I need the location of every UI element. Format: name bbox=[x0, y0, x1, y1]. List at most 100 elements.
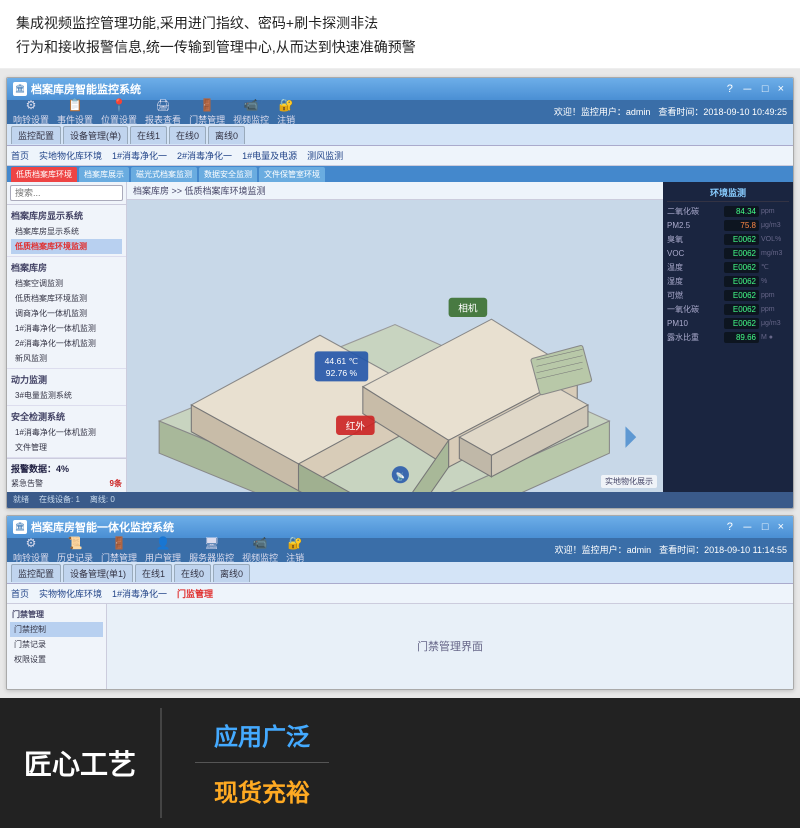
env-value-voc: E0062 bbox=[724, 248, 759, 259]
max-btn-1[interactable]: □ bbox=[759, 83, 772, 95]
sidebar-section-security: 安全检测系统 1#消毒净化一体机监测 文件管理 bbox=[7, 406, 126, 458]
env-value-combustible: E0062 bbox=[724, 290, 759, 301]
tab-offline0[interactable]: 离线0 bbox=[208, 126, 245, 144]
breadcrumb-1: 档案库房 >> 低质档案库环境监测 bbox=[127, 182, 663, 200]
main-tab-data-security[interactable]: 数据安全监测 bbox=[199, 167, 257, 182]
datetime-text-1: 查看时间：2018-09-10 10:49:25 bbox=[658, 105, 787, 118]
top-nav-1: ⚙ 响铃设置 📋 事件设置 📍 位置设置 🖨 报表查看 🚪 门禁管理 bbox=[7, 100, 793, 124]
sidebar-item-purifier-combo[interactable]: 调商净化一体机监测 bbox=[11, 306, 122, 321]
sidebar-item-low-env[interactable]: 低质档案库环境监测 bbox=[11, 291, 122, 306]
tab-monitor-config[interactable]: 监控配置 bbox=[11, 126, 61, 144]
help-btn-1[interactable]: ? bbox=[724, 83, 736, 95]
svg-text:92.76 %: 92.76 % bbox=[326, 368, 358, 378]
tab-device-mgmt[interactable]: 设备管理(单) bbox=[63, 126, 128, 144]
search-input[interactable] bbox=[10, 185, 123, 201]
sidebar-item-purifier2[interactable]: 2#消毒净化一体机监测 bbox=[11, 336, 122, 351]
menu-bar-1: 首页 实地物化库环境 1#消毒净化一 2#消毒净化一 1#电量及电源 测风监测 bbox=[7, 146, 793, 166]
tab2-offline0[interactable]: 离线0 bbox=[213, 564, 250, 582]
status-ready: 就绪 bbox=[13, 494, 29, 505]
env-row-dew: 露水比重 89.66 M ● bbox=[667, 332, 789, 343]
bottom-right-section: 应用广泛 现货充裕 bbox=[162, 698, 362, 828]
menu2-door-mgmt[interactable]: 门监管理 bbox=[177, 587, 213, 600]
menu2-env[interactable]: 实物物化库环境 bbox=[39, 587, 102, 600]
tab-online0[interactable]: 在线0 bbox=[169, 126, 206, 144]
menu-purify1[interactable]: 1#消毒净化一 bbox=[112, 149, 167, 162]
window-controls-2[interactable]: ? － □ × bbox=[724, 519, 787, 535]
nav2-door[interactable]: 🚪 门禁管理 bbox=[101, 536, 137, 564]
sidebar-item-file-mgmt[interactable]: 文件管理 bbox=[11, 440, 122, 455]
main-tab-file-room[interactable]: 文件保管室环境 bbox=[259, 167, 325, 182]
sidebar-search[interactable] bbox=[7, 182, 126, 205]
nav-door[interactable]: 🚪 门禁管理 bbox=[189, 98, 225, 126]
tab2-online0[interactable]: 在线0 bbox=[174, 564, 211, 582]
env-label-voc: VOC bbox=[667, 249, 722, 258]
nav-bell-settings[interactable]: ⚙ 响铃设置 bbox=[13, 98, 49, 126]
tab-online1[interactable]: 在线1 bbox=[130, 126, 167, 144]
env-row-humidity: 湿度 E0062 % bbox=[667, 276, 789, 287]
min-btn-2[interactable]: － bbox=[739, 519, 756, 535]
menu-env1[interactable]: 实地物化库环境 bbox=[39, 149, 102, 162]
3d-bottom-label: 实地物化展示 bbox=[601, 475, 657, 488]
menu-home[interactable]: 首页 bbox=[11, 149, 29, 162]
alert-urgent-label: 紧急告警 bbox=[11, 478, 43, 489]
help-btn-2[interactable]: ? bbox=[724, 521, 736, 533]
nav2-history[interactable]: 📜 历史记录 bbox=[57, 536, 93, 564]
nav2-server-label: 服务器监控 bbox=[189, 551, 234, 564]
main-tab-low-quality[interactable]: 低质档案库环境 bbox=[11, 167, 77, 182]
nav2-server[interactable]: 🖥 服务器监控 bbox=[189, 536, 234, 564]
alert-serious-label: 严重告警 bbox=[11, 491, 43, 492]
sidebar-item-electric[interactable]: 3#电量监测系统 bbox=[11, 388, 122, 403]
sidebar-item-display-system[interactable]: 档案库房显示系统 bbox=[11, 224, 122, 239]
sidebar-item-purifier-monitor[interactable]: 1#消毒净化一体机监测 bbox=[11, 425, 122, 440]
sidebar-section-title-power: 动力监测 bbox=[11, 371, 122, 388]
alert-title: 报警数据：4% bbox=[11, 462, 122, 475]
nav-video-label: 视频监控 bbox=[233, 113, 269, 126]
floor-plan-svg: 相机 44.61 ℃ 92.76 % 红外 📡 bbox=[127, 200, 663, 492]
main-tabs-1: 低质档案库环境 档案库展示 磁光式档案监测 数据安全监测 文件保管室环境 bbox=[7, 166, 793, 182]
sw2-sidebar-door-access[interactable]: 门禁控制 bbox=[10, 622, 103, 637]
sidebar-item-low-quality-env[interactable]: 低质档案库环境监测 bbox=[11, 239, 122, 254]
tab2-online1[interactable]: 在线1 bbox=[135, 564, 172, 582]
max-btn-2[interactable]: □ bbox=[759, 521, 772, 533]
nav-logout[interactable]: 🔐 注销 bbox=[277, 98, 295, 126]
tab2-device-mgmt[interactable]: 设备管理(单1) bbox=[63, 564, 133, 582]
nav-location-settings[interactable]: 📍 位置设置 bbox=[101, 98, 137, 126]
min-btn-1[interactable]: － bbox=[739, 81, 756, 97]
tab-bar-1: 监控配置 设备管理(单) 在线1 在线0 离线0 bbox=[7, 124, 793, 146]
sw2-sidebar-records[interactable]: 门禁记录 bbox=[10, 637, 103, 652]
menu-purify2[interactable]: 2#消毒净化一 bbox=[177, 149, 232, 162]
sidebar-item-purifier1[interactable]: 1#消毒净化一体机监测 bbox=[11, 321, 122, 336]
nav2-logout[interactable]: 🔐 注销 bbox=[286, 536, 304, 564]
sidebar-item-air-cond[interactable]: 档案空调监测 bbox=[11, 276, 122, 291]
nav2-user[interactable]: 👤 用户管理 bbox=[145, 536, 181, 564]
bell-icon: ⚙ bbox=[26, 98, 37, 112]
menu2-home[interactable]: 首页 bbox=[11, 587, 29, 600]
nav2-history-label: 历史记录 bbox=[57, 551, 93, 564]
title-bar-2: 🏛 档案库房智能一体化监控系统 ? － □ × bbox=[7, 516, 793, 538]
sidebar-item-fresh-air[interactable]: 新风监测 bbox=[11, 351, 122, 366]
tab2-monitor-config[interactable]: 监控配置 bbox=[11, 564, 61, 582]
app-icon-2: 🏛 bbox=[13, 520, 27, 534]
sw2-sidebar-auth[interactable]: 权限设置 bbox=[10, 652, 103, 667]
nav2-video[interactable]: 📹 视频监控 bbox=[242, 536, 278, 564]
nav-event-settings[interactable]: 📋 事件设置 bbox=[57, 98, 93, 126]
nav-video[interactable]: 📹 视频监控 bbox=[233, 98, 269, 126]
app-icon-1: 🏛 bbox=[13, 82, 27, 96]
window-controls-1[interactable]: ? － □ × bbox=[724, 81, 787, 97]
menu-wind[interactable]: 测风监测 bbox=[307, 149, 343, 162]
env-label-humidity: 湿度 bbox=[667, 276, 722, 287]
nav2-bell[interactable]: ⚙ 响铃设置 bbox=[13, 536, 49, 564]
menu2-purify[interactable]: 1#消毒净化一 bbox=[112, 587, 167, 600]
nav-report[interactable]: 🖨 报表查看 bbox=[145, 98, 181, 126]
main-tab-archive-display[interactable]: 档案库展示 bbox=[79, 167, 129, 182]
top-nav-2: ⚙ 响铃设置 📜 历史记录 🚪 门禁管理 👤 用户管理 🖥 服务器监 bbox=[7, 538, 793, 562]
close-btn-1[interactable]: × bbox=[775, 83, 787, 95]
close-btn-2[interactable]: × bbox=[775, 521, 787, 533]
menu-power[interactable]: 1#电量及电源 bbox=[242, 149, 297, 162]
main-tab-magneto[interactable]: 磁光式档案监测 bbox=[131, 167, 197, 182]
software-window-1: 🏛 档案库房智能监控系统 ? － □ × ⚙ 响铃设置 📋 事件设置 bbox=[6, 77, 794, 509]
sidebar-section-power: 动力监测 3#电量监测系统 bbox=[7, 369, 126, 406]
bottom-label-wide-use: 应用广泛 bbox=[214, 717, 310, 752]
alert-serious-count: 1条 bbox=[110, 491, 122, 492]
window-title-1: 档案库房智能监控系统 bbox=[31, 81, 141, 97]
